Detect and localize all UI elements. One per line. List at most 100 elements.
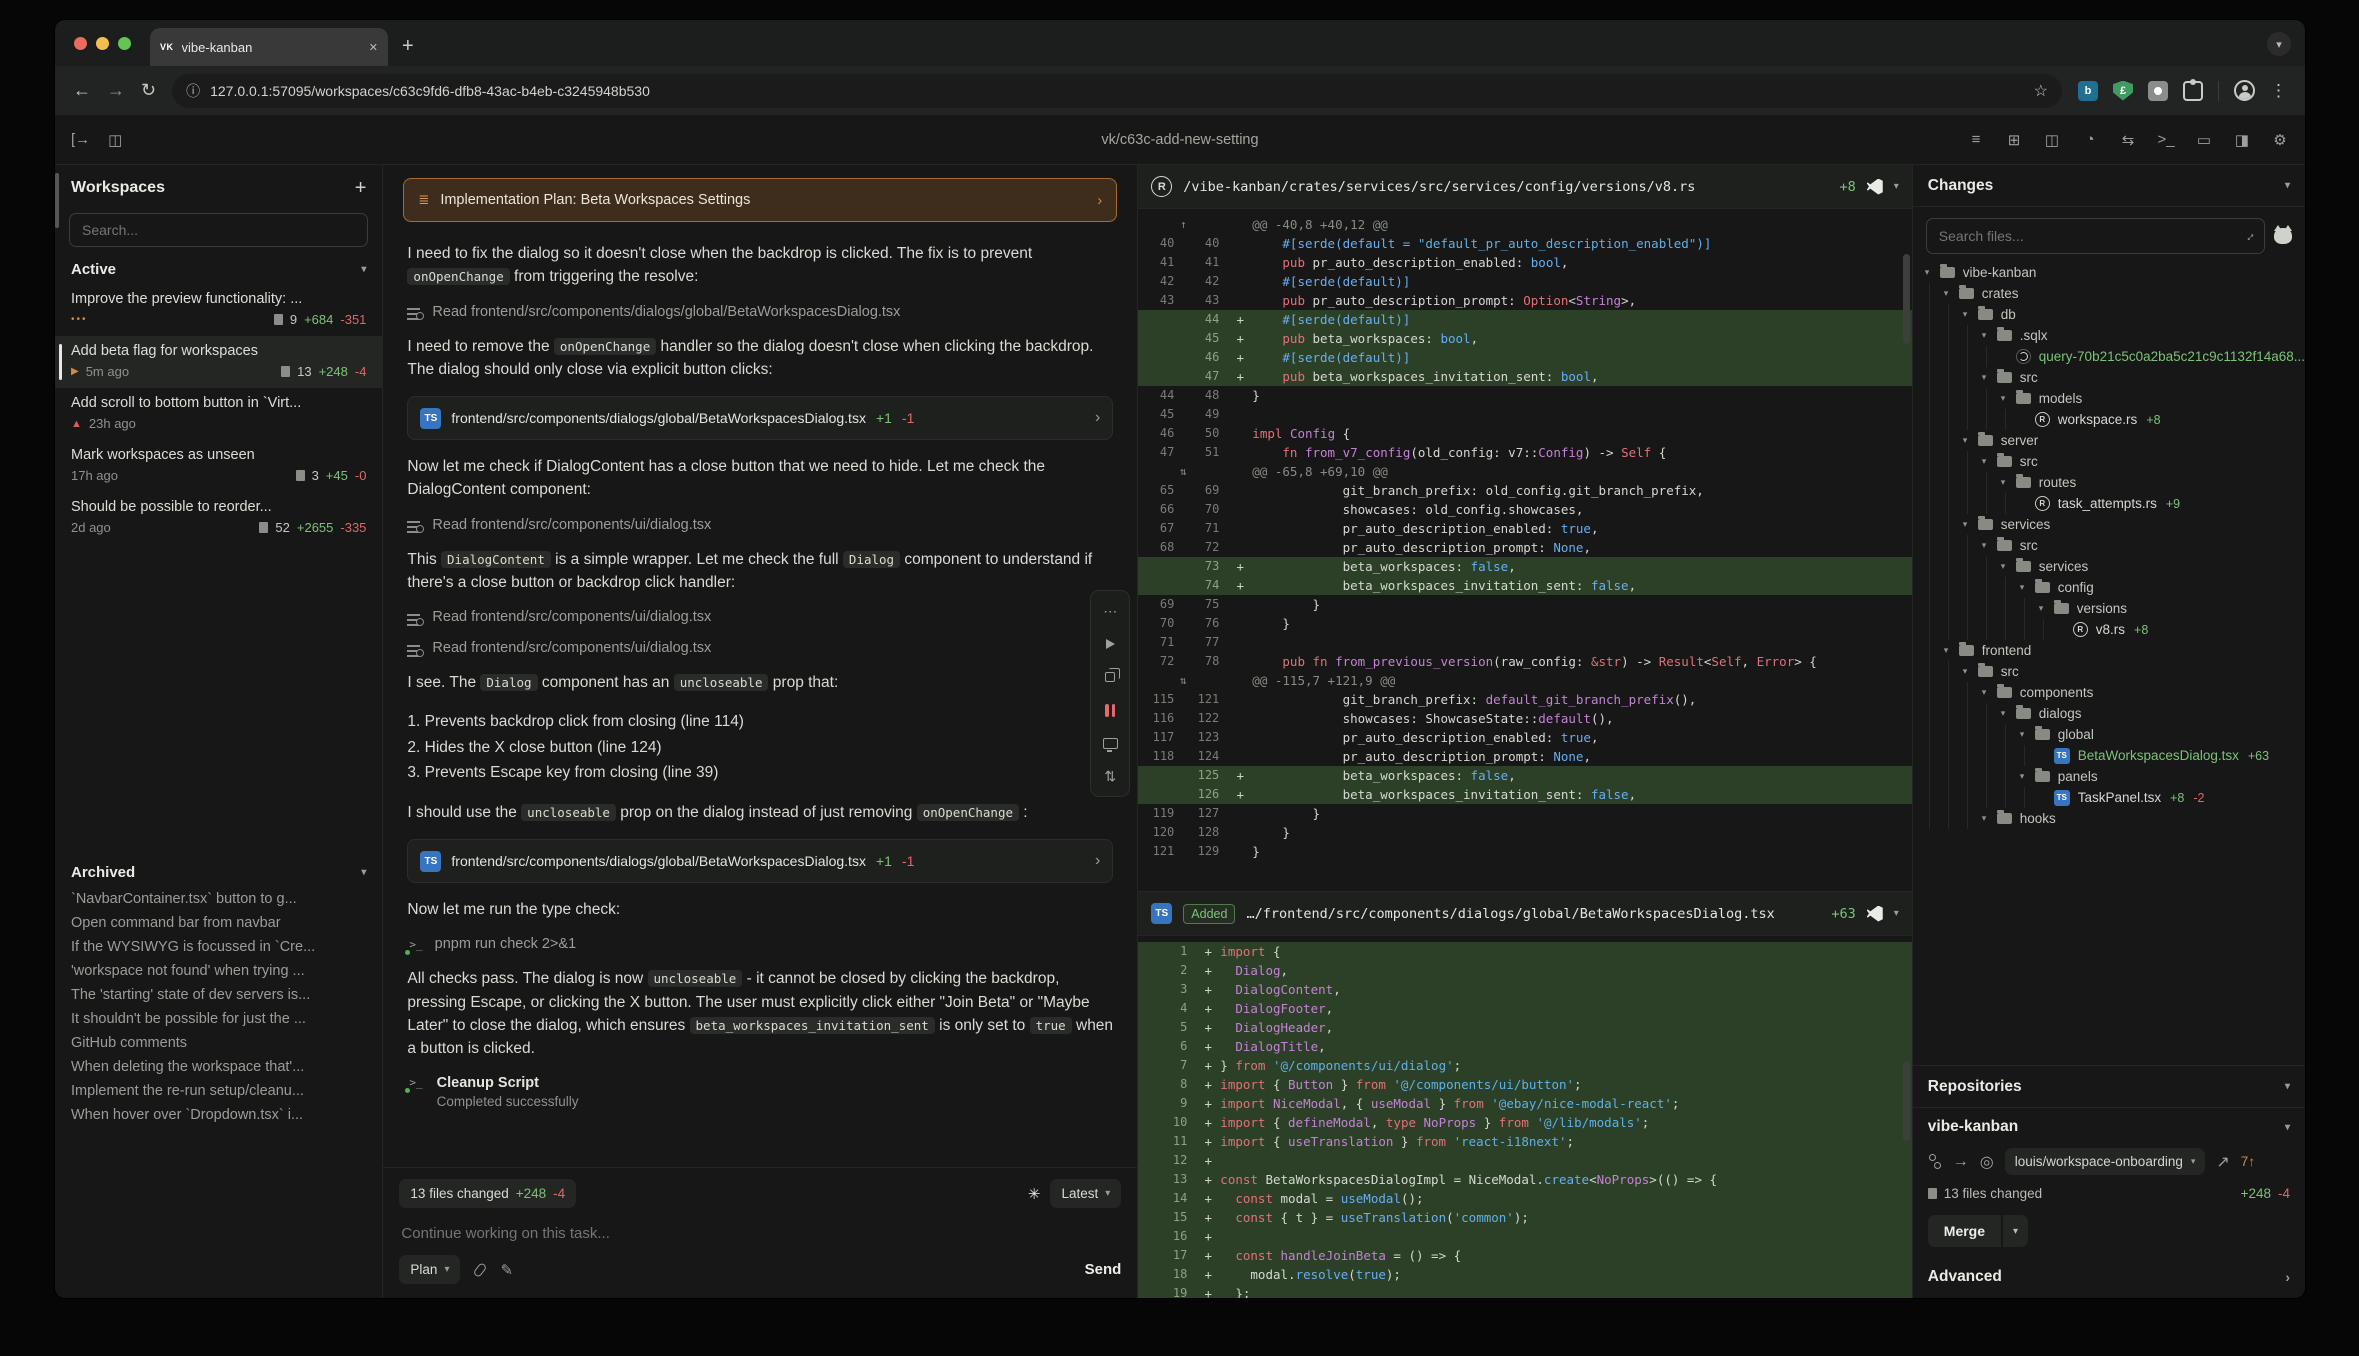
tree-folder[interactable]: ▾ global [1913,724,2305,745]
archived-workspace-item[interactable]: `NavbarContainer.tsx` button to g... [55,887,382,911]
window-minimize-button[interactable] [96,37,109,50]
copy-icon[interactable] [1105,668,1121,682]
panel-right-icon[interactable]: ◨ [2233,131,2251,149]
browser-menu-icon[interactable]: ⋮ [2270,81,2287,101]
tree-file[interactable]: TS TaskPanel.tsx +8 -2 [1913,787,2305,808]
tree-folder[interactable]: ▾ server [1913,430,2305,451]
new-tab-button[interactable]: + [402,35,414,58]
github-icon[interactable] [2274,225,2292,244]
back-icon[interactable]: ← [73,80,91,101]
forward-icon[interactable]: → [107,80,125,101]
tree-folder[interactable]: ▾ vibe-kanban [1913,262,2305,283]
script-status[interactable]: >_ Cleanup Script Completed successfully [405,1075,1113,1109]
watch-icon[interactable]: ◎ [1980,1152,1994,1172]
terminal-command[interactable]: >_ pnpm run check 2>&1 [405,936,1113,955]
spark-icon[interactable]: ✳ [1028,1185,1041,1203]
tree-folder[interactable]: ▾ frontend [1913,640,2305,661]
file-search[interactable]: ↕ [1925,218,2265,254]
stop-icon[interactable] [1101,702,1119,718]
expand-hunk-icon[interactable]: ⇅ [1138,671,1228,690]
plan-mode-dropdown[interactable]: Plan ▾ [399,1255,461,1284]
tree-folder[interactable]: ▾ routes [1913,472,2305,493]
expand-hunk-icon[interactable]: ↑ [1138,215,1228,234]
clock-icon[interactable]: ◔ [2081,131,2099,149]
external-link-icon[interactable]: ↗ [2216,1152,2229,1172]
bookmark-star-icon[interactable]: ☆ [2034,81,2048,101]
repo-name-row[interactable]: vibe-kanban ▾ [1913,1108,2305,1142]
reload-icon[interactable]: ↻ [141,80,156,101]
address-bar[interactable]: ⓘ 127.0.0.1:57095/workspaces/c63c9fd6-df… [172,73,2062,108]
tree-folder[interactable]: ▾ src [1913,661,2305,682]
workspace-item[interactable]: Mark workspaces as unseen 17h ago 3 +45 -0 [55,440,382,492]
add-workspace-button[interactable]: + [355,177,367,200]
tree-folder[interactable]: ▾ crates [1913,283,2305,304]
send-button[interactable]: Send [1085,1261,1122,1278]
scrollbar-thumb[interactable] [1902,254,1910,344]
profile-avatar[interactable] [2234,80,2255,101]
merge-dropdown-button[interactable]: ▾ [2003,1215,2029,1247]
window-maximize-button[interactable] [118,37,131,50]
message-input[interactable] [399,1224,1122,1243]
monitor-icon[interactable]: ▭ [2195,131,2213,149]
edit-icon[interactable]: ✎ [500,1261,513,1279]
monitor-icon[interactable] [1102,737,1118,752]
diff-header[interactable]: TS Added …/frontend/src/components/dialo… [1138,892,1912,936]
file-change-card[interactable]: TS frontend/src/components/dialogs/global… [407,396,1114,440]
workspace-search-input[interactable] [80,221,358,239]
settings-icon[interactable]: ⚙ [2271,131,2289,149]
repositories-header[interactable]: Repositories ▾ [1912,1066,2305,1108]
active-section-header[interactable]: Active ▾ [55,259,382,284]
archived-workspace-item[interactable]: It shouldn't be possible for just the ..… [55,1007,382,1031]
merge-button[interactable]: Merge [1927,1215,2002,1247]
archived-workspace-item[interactable]: Open command bar from navbar [55,911,382,935]
extension-b-icon[interactable]: b [2078,80,2098,101]
scrollbar-thumb[interactable] [1902,1061,1910,1141]
collapse-icon[interactable]: ▾ [1894,908,1899,919]
collapse-icon[interactable]: ▾ [1894,181,1899,192]
tree-file[interactable]: Rv8.rs +8 [1913,619,2305,640]
archived-section-header[interactable]: Archived ▾ [55,862,382,887]
tree-file[interactable]: Rworkspace.rs +8 [1913,409,2305,430]
git-compare-icon[interactable]: ⇅ [1101,768,1119,784]
tree-folder[interactable]: ▾ versions [1913,598,2305,619]
more-options-icon[interactable]: ⋯ [1101,603,1119,619]
send-to-icon[interactable] [1105,639,1115,649]
advanced-row[interactable]: Advanced › [1913,1256,2305,1298]
terminal-glyph-icon[interactable]: >_ [2157,131,2175,149]
archived-workspace-item[interactable]: GitHub comments [55,1031,382,1055]
tree-folder[interactable]: ▾ dialogs [1913,703,2305,724]
expand-hunk-icon[interactable]: ⇅ [1138,462,1228,481]
archived-workspace-item[interactable]: The 'starting' state of dev servers is..… [55,983,382,1007]
tree-folder[interactable]: ▾ services [1913,556,2305,577]
browser-tab[interactable]: VK vibe-kanban ✕ [150,28,388,66]
git-graph-icon[interactable] [1928,1154,1942,1169]
extension-camera-icon[interactable] [2148,80,2168,101]
file-search-input[interactable] [1936,227,2248,245]
diff-header[interactable]: R /vibe-kanban/crates/services/src/servi… [1138,165,1912,209]
tree-folder[interactable]: ▾ config [1913,577,2305,598]
exit-workspace-icon[interactable]: [→ [71,131,90,149]
window-close-button[interactable] [74,37,87,50]
tree-folder[interactable]: ▾ models [1913,388,2305,409]
tree-file[interactable]: Rtask_attempts.rs +9 [1913,493,2305,514]
tree-folder[interactable]: ▾ panels [1913,766,2305,787]
archived-workspace-item[interactable]: 'workspace not found' when trying ... [55,959,382,983]
open-in-editor-icon[interactable] [1866,178,1883,195]
extension-shield-icon[interactable]: £ [2113,80,2133,101]
latest-dropdown[interactable]: Latest ▾ [1050,1179,1122,1208]
archived-workspace-item[interactable]: When hover over `Dropdown.tsx` i... [55,1103,382,1127]
changes-header[interactable]: Changes ▾ [1912,165,2305,207]
tree-file[interactable]: TS BetaWorkspacesDialog.tsx +63 [1913,745,2305,766]
menu-icon[interactable]: ≡ [1967,131,1985,149]
branch-selector[interactable]: louis/workspace-onboarding ▾ [2004,1148,2206,1175]
workspace-search[interactable] [69,213,369,247]
implementation-plan-banner[interactable]: ≣ Implementation Plan: Beta Workspaces S… [403,178,1118,222]
site-info-icon[interactable]: ⓘ [186,81,200,101]
tree-folder[interactable]: ▾ src [1913,535,2305,556]
file-change-card[interactable]: TS frontend/src/components/dialogs/global… [407,839,1114,884]
archived-workspace-item[interactable]: Implement the re-run setup/cleanu... [55,1079,382,1103]
grid-icon[interactable]: ⊞ [2005,131,2023,149]
extensions-puzzle-icon[interactable] [2183,78,2203,101]
tool-call-read[interactable]: Read frontend/src/components/dialogs/glo… [407,304,1113,320]
attach-icon[interactable] [473,1261,488,1278]
